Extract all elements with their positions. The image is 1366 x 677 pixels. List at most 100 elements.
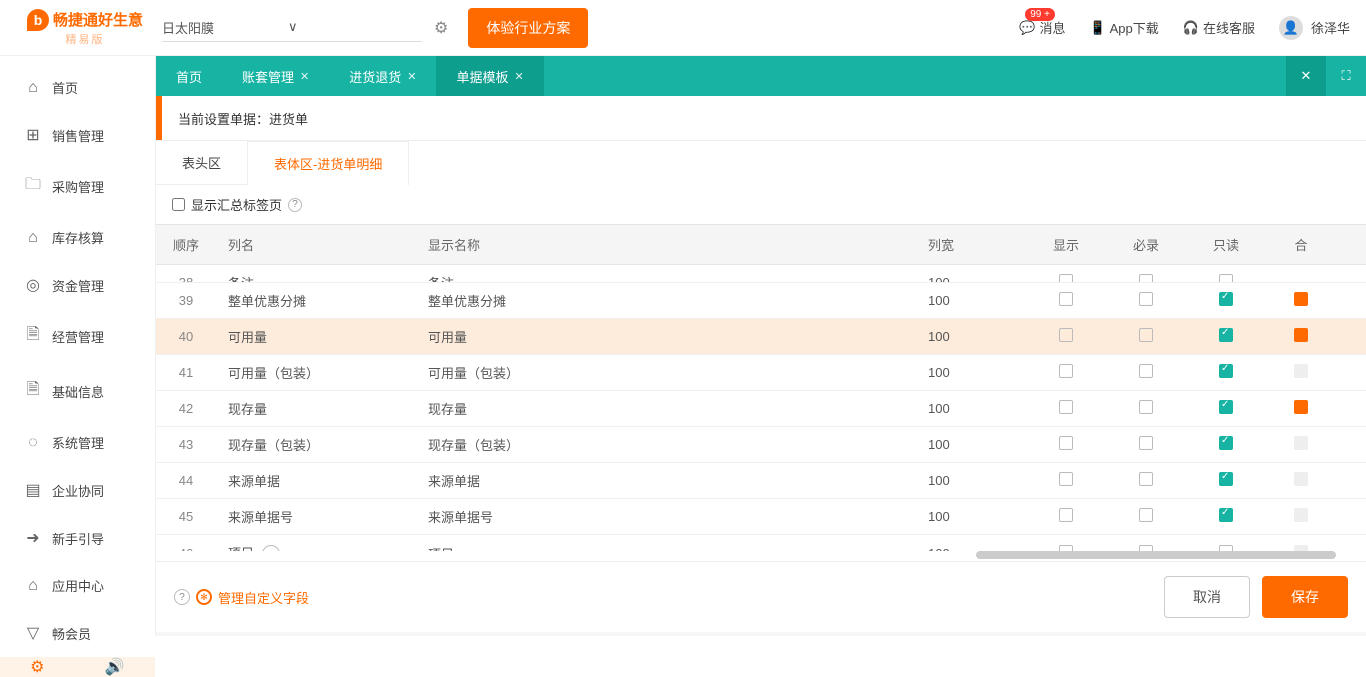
save-button[interactable]: 保存: [1262, 576, 1348, 618]
manage-custom-fields-link[interactable]: ✻ 管理自定义字段: [196, 588, 309, 607]
purchase-icon: 🗀: [24, 173, 42, 200]
app-download-link[interactable]: 📱 App下载: [1089, 18, 1158, 37]
checkbox-icon[interactable]: [1059, 292, 1073, 306]
checkbox-icon[interactable]: [1139, 292, 1153, 306]
sidebar-item-0[interactable]: ⌂首页: [0, 64, 155, 111]
inventory-icon: ⌂: [24, 229, 42, 247]
cell-seq: 44: [156, 465, 216, 496]
tab-3[interactable]: 单据模板 ✕: [436, 56, 543, 96]
cell-seq: 43: [156, 429, 216, 460]
cell-readonly: [1186, 500, 1266, 533]
cell-dispname: 来源单据: [416, 463, 916, 498]
org-selector[interactable]: 日太阳膜 ∨: [162, 14, 422, 42]
cell-dispname: 可用量（包装）: [416, 355, 916, 390]
gear-icon[interactable]: ⚙: [434, 18, 448, 38]
username: 徐泽华: [1311, 18, 1350, 37]
checkbox-icon[interactable]: [1219, 274, 1233, 283]
cell-show: [1026, 284, 1106, 317]
sidebar-item-6[interactable]: 🗎基础信息: [0, 364, 155, 419]
table-row[interactable]: 39整单优惠分摊整单优惠分摊100: [156, 283, 1366, 319]
sidebar-item-11[interactable]: ▽畅会员: [0, 609, 155, 657]
tab-2[interactable]: 进货退货✕: [329, 56, 436, 96]
sidebar-item-4[interactable]: ◎资金管理: [0, 261, 155, 309]
user-menu[interactable]: 👤 徐泽华: [1279, 16, 1350, 40]
sidebar-item-1[interactable]: ⊞销售管理: [0, 111, 155, 159]
checkbox-icon[interactable]: [1059, 400, 1073, 414]
sidebar-item-3[interactable]: ⌂库存核算: [0, 214, 155, 261]
cta-button[interactable]: 体验行业方案: [468, 8, 588, 48]
fullscreen-icon[interactable]: ⛶: [1326, 56, 1366, 96]
checkbox-icon[interactable]: [1059, 508, 1073, 522]
help-circle-icon[interactable]: ?: [174, 589, 190, 605]
sound-icon[interactable]: 🔊: [105, 657, 125, 677]
table-row[interactable]: 41可用量（包装）可用量（包装）100: [156, 355, 1366, 391]
sidebar-item-2[interactable]: 🗀采购管理: [0, 159, 155, 214]
summary-checkbox[interactable]: [172, 198, 185, 211]
support-label: 在线客服: [1203, 18, 1255, 37]
checkbox-icon[interactable]: [1059, 274, 1073, 283]
cell-seq: 41: [156, 357, 216, 388]
checkbox-icon[interactable]: [1219, 508, 1233, 522]
inner-tab-0[interactable]: 表头区: [156, 141, 248, 185]
checkbox-icon[interactable]: [1219, 400, 1233, 414]
checkbox-icon[interactable]: [1059, 472, 1073, 486]
cell-sum: [1266, 537, 1336, 552]
checkbox-icon[interactable]: [1139, 436, 1153, 450]
checkbox-icon[interactable]: [1059, 364, 1073, 378]
checkbox-icon[interactable]: [1059, 436, 1073, 450]
checkbox-icon[interactable]: [1139, 508, 1153, 522]
tab-1[interactable]: 账套管理 ✕: [222, 56, 329, 96]
sidebar-item-10[interactable]: ⌂应用中心: [0, 562, 155, 609]
table-row[interactable]: 40可用量可用量100: [156, 319, 1366, 355]
checkbox-icon[interactable]: [1139, 364, 1153, 378]
checkbox-icon[interactable]: [1139, 400, 1153, 414]
cell-sum: [1266, 428, 1336, 461]
sidebar-item-label: 经营管理: [52, 327, 104, 346]
tab-label: 单据模板: [456, 67, 508, 86]
table-row[interactable]: 44来源单据来源单据100: [156, 463, 1366, 499]
tabbar: 首页账套管理✕进货退货✕单据模板✕ ✕ ⛶: [156, 56, 1366, 96]
checkbox-icon[interactable]: [1139, 472, 1153, 486]
checkbox-icon[interactable]: [1219, 364, 1233, 378]
cell-show: [1026, 428, 1106, 461]
table-row[interactable]: 42现存量现存量100: [156, 391, 1366, 427]
checkbox-icon[interactable]: [1219, 328, 1233, 342]
close-icon[interactable]: ✕: [300, 70, 309, 83]
tab-label: 账套管理: [242, 67, 294, 86]
sidebar-item-label: 畅会员: [52, 624, 91, 643]
checkbox-icon[interactable]: [1059, 328, 1073, 342]
table-row[interactable]: 45来源单据号来源单据号100: [156, 499, 1366, 535]
sidebar-item-5[interactable]: 🗎经营管理: [0, 309, 155, 364]
settings-icon[interactable]: ⚙: [30, 657, 44, 677]
sidebar-item-label: 应用中心: [52, 576, 104, 595]
tab-0[interactable]: 首页: [156, 56, 222, 96]
sidebar-item-7[interactable]: ◌系统管理: [0, 419, 155, 466]
support-link[interactable]: 🎧 在线客服: [1183, 18, 1255, 37]
sidebar-item-9[interactable]: ➜新手引导: [0, 514, 155, 562]
checkbox-icon[interactable]: [1219, 436, 1233, 450]
table-row[interactable]: 43现存量（包装）现存量（包装）100: [156, 427, 1366, 463]
help-icon[interactable]: ?: [288, 198, 302, 212]
h-scrollbar[interactable]: [156, 551, 1366, 561]
cell-readonly: [1186, 428, 1266, 461]
checkbox-icon[interactable]: [1219, 472, 1233, 486]
messages-link[interactable]: 💬 99 + 消息: [1019, 18, 1065, 37]
close-icon[interactable]: ✕: [407, 70, 416, 83]
sum-badge-icon: [1294, 508, 1308, 522]
checkbox-icon[interactable]: [1139, 328, 1153, 342]
table-row[interactable]: 38备注备注100: [156, 265, 1366, 283]
tabbar-close-icon[interactable]: ✕: [1286, 56, 1326, 96]
inner-tabs: 表头区表体区-进货单明细: [156, 140, 1366, 185]
close-icon[interactable]: ✕: [515, 70, 524, 83]
top-actions: 💬 99 + 消息 📱 App下载 🎧 在线客服 👤 徐泽华: [1019, 16, 1350, 40]
sidebar-item-8[interactable]: ▤企业协同: [0, 466, 155, 514]
inner-tab-1[interactable]: 表体区-进货单明细: [248, 141, 409, 185]
th-width: 列宽: [916, 225, 1026, 264]
checkbox-icon[interactable]: [1139, 274, 1153, 283]
cell-seq: 38: [156, 267, 216, 283]
cancel-button[interactable]: 取消: [1164, 576, 1250, 618]
table-row[interactable]: 46项目+项目100: [156, 535, 1366, 551]
checkbox-icon[interactable]: [1219, 292, 1233, 306]
sidebar-item-label: 新手引导: [52, 529, 104, 548]
notice-bar: 当前设置单据：进货单: [156, 96, 1366, 140]
